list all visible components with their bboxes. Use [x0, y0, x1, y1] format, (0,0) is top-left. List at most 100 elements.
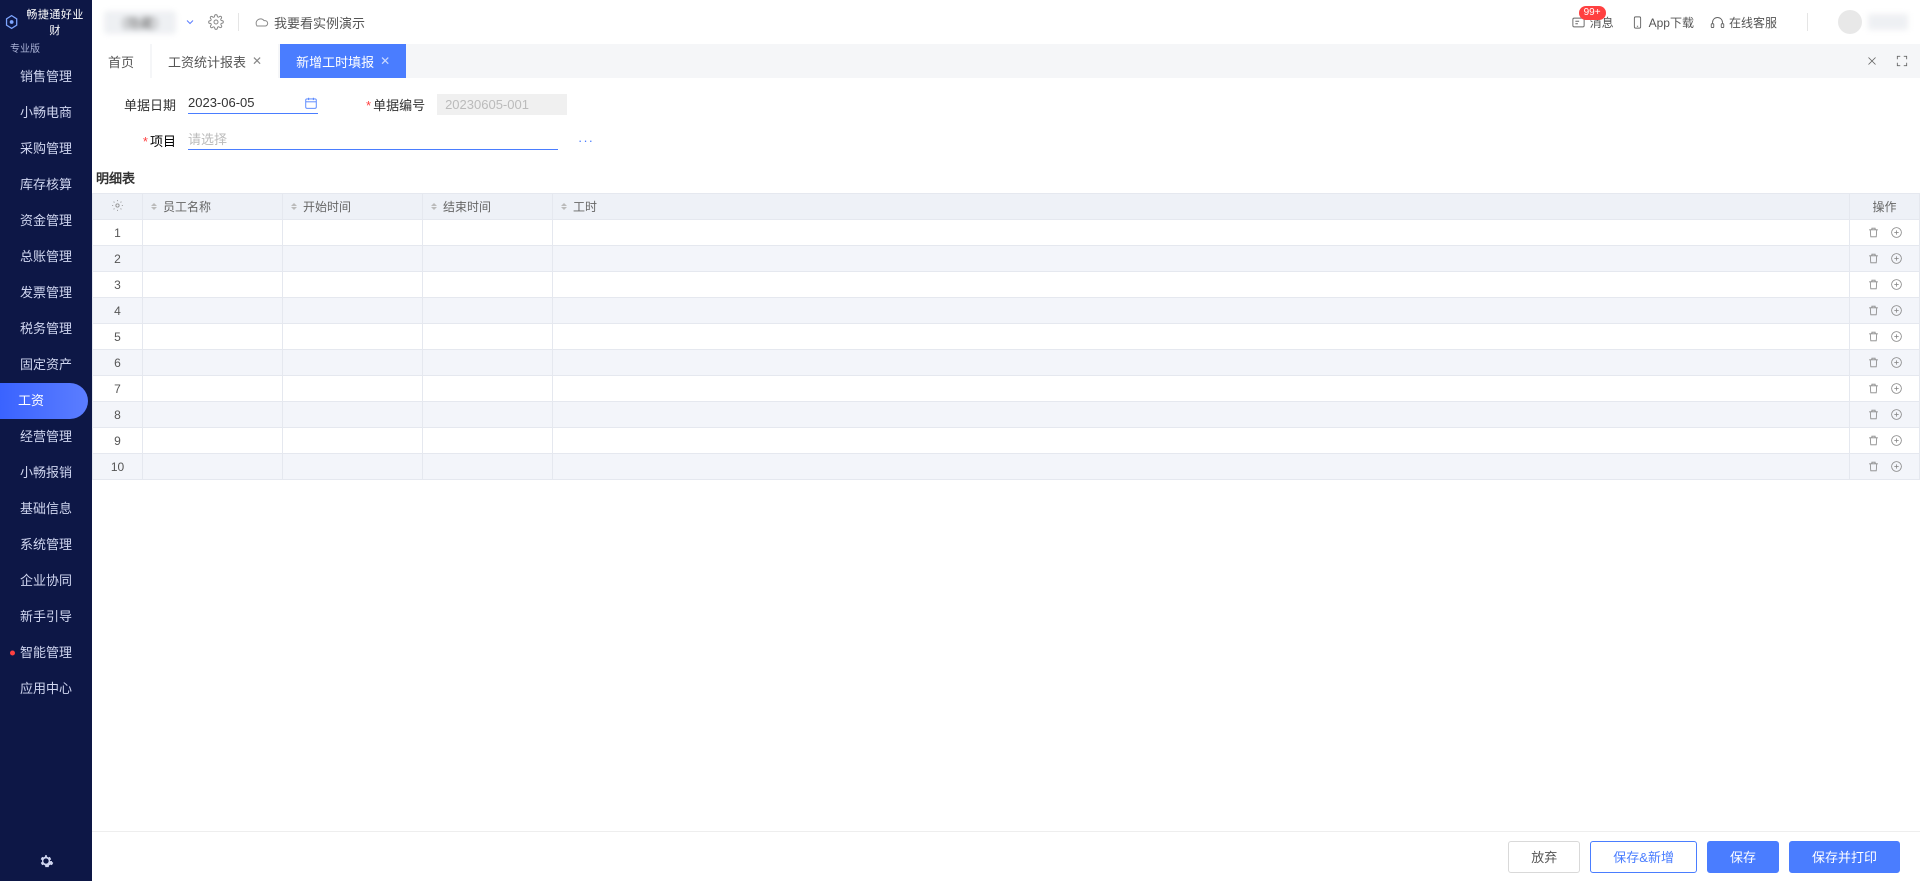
- cell[interactable]: [283, 454, 423, 480]
- sidebar-settings[interactable]: [0, 841, 92, 881]
- sidebar-item[interactable]: 资金管理: [0, 203, 92, 239]
- header-employee[interactable]: 员工名称: [143, 194, 283, 220]
- tab-close-icon[interactable]: ✕: [252, 54, 262, 68]
- cell[interactable]: [143, 298, 283, 324]
- delete-icon[interactable]: [1867, 304, 1880, 317]
- add-row-icon[interactable]: [1890, 460, 1903, 473]
- user-avatar[interactable]: [1838, 10, 1908, 34]
- cell[interactable]: [283, 324, 423, 350]
- add-row-icon[interactable]: [1890, 382, 1903, 395]
- sidebar-item[interactable]: 小畅电商: [0, 95, 92, 131]
- cell[interactable]: [283, 220, 423, 246]
- table-row[interactable]: 4: [93, 298, 1920, 324]
- delete-icon[interactable]: [1867, 226, 1880, 239]
- sidebar-item[interactable]: 智能管理: [0, 635, 92, 671]
- delete-icon[interactable]: [1867, 278, 1880, 291]
- discard-button[interactable]: 放弃: [1508, 841, 1580, 873]
- cell[interactable]: [143, 350, 283, 376]
- project-input[interactable]: [188, 132, 558, 147]
- cell[interactable]: [143, 324, 283, 350]
- sidebar-item[interactable]: 企业协同: [0, 563, 92, 599]
- cell[interactable]: [143, 246, 283, 272]
- header-start[interactable]: 开始时间: [283, 194, 423, 220]
- cell[interactable]: [283, 298, 423, 324]
- header-end[interactable]: 结束时间: [423, 194, 553, 220]
- delete-icon[interactable]: [1867, 252, 1880, 265]
- add-row-icon[interactable]: [1890, 278, 1903, 291]
- add-row-icon[interactable]: [1890, 356, 1903, 369]
- cell[interactable]: [423, 402, 553, 428]
- table-row[interactable]: 6: [93, 350, 1920, 376]
- cell[interactable]: [423, 298, 553, 324]
- cell[interactable]: [553, 324, 1850, 350]
- table-row[interactable]: 2: [93, 246, 1920, 272]
- delete-icon[interactable]: [1867, 330, 1880, 343]
- tab[interactable]: 首页: [92, 44, 150, 78]
- cell[interactable]: [553, 298, 1850, 324]
- cell[interactable]: [553, 376, 1850, 402]
- cell[interactable]: [423, 220, 553, 246]
- cell[interactable]: [283, 402, 423, 428]
- table-row[interactable]: 5: [93, 324, 1920, 350]
- sidebar-item[interactable]: 新手引导: [0, 599, 92, 635]
- add-row-icon[interactable]: [1890, 434, 1903, 447]
- sidebar-item[interactable]: 库存核算: [0, 167, 92, 203]
- delete-icon[interactable]: [1867, 356, 1880, 369]
- cell[interactable]: [283, 350, 423, 376]
- service-button[interactable]: 在线客服: [1710, 14, 1777, 31]
- cell[interactable]: [423, 454, 553, 480]
- add-row-icon[interactable]: [1890, 330, 1903, 343]
- add-row-icon[interactable]: [1890, 252, 1903, 265]
- sidebar-item[interactable]: 工资: [0, 383, 88, 419]
- cell[interactable]: [423, 324, 553, 350]
- project-more-button[interactable]: ···: [578, 133, 594, 148]
- sidebar-item[interactable]: 基础信息: [0, 491, 92, 527]
- cell[interactable]: [283, 272, 423, 298]
- download-button[interactable]: App下载: [1630, 14, 1694, 31]
- table-row[interactable]: 9: [93, 428, 1920, 454]
- topbar-settings-icon[interactable]: [208, 14, 224, 30]
- sidebar-item[interactable]: 总账管理: [0, 239, 92, 275]
- sidebar-item[interactable]: 应用中心: [0, 671, 92, 707]
- cell[interactable]: [553, 272, 1850, 298]
- save-print-button[interactable]: 保存并打印: [1789, 841, 1900, 873]
- sidebar-item[interactable]: 系统管理: [0, 527, 92, 563]
- table-row[interactable]: 10: [93, 454, 1920, 480]
- cell[interactable]: [143, 220, 283, 246]
- delete-icon[interactable]: [1867, 434, 1880, 447]
- delete-icon[interactable]: [1867, 408, 1880, 421]
- cell[interactable]: [423, 350, 553, 376]
- header-settings[interactable]: [93, 194, 143, 220]
- cell[interactable]: [283, 246, 423, 272]
- sidebar-item[interactable]: 税务管理: [0, 311, 92, 347]
- cell[interactable]: [283, 428, 423, 454]
- header-hours[interactable]: 工时: [553, 194, 1850, 220]
- tab-close-icon[interactable]: ✕: [380, 54, 390, 68]
- fullscreen-button[interactable]: [1892, 51, 1912, 71]
- sidebar-item[interactable]: 发票管理: [0, 275, 92, 311]
- sidebar-item[interactable]: 经营管理: [0, 419, 92, 455]
- tab-close-all[interactable]: [1862, 51, 1882, 71]
- cell[interactable]: [553, 428, 1850, 454]
- table-row[interactable]: 7: [93, 376, 1920, 402]
- table-row[interactable]: 1: [93, 220, 1920, 246]
- cell[interactable]: [423, 246, 553, 272]
- save-new-button[interactable]: 保存&新增: [1590, 841, 1697, 873]
- cell[interactable]: [423, 428, 553, 454]
- add-row-icon[interactable]: [1890, 226, 1903, 239]
- cell[interactable]: [143, 428, 283, 454]
- tab[interactable]: 新增工时填报✕: [280, 44, 406, 78]
- date-field[interactable]: [188, 95, 318, 114]
- demo-link[interactable]: 我要看实例演示: [253, 13, 365, 32]
- cell[interactable]: [143, 402, 283, 428]
- cell[interactable]: [143, 376, 283, 402]
- sidebar-item[interactable]: 采购管理: [0, 131, 92, 167]
- cell[interactable]: [553, 246, 1850, 272]
- sidebar-item[interactable]: 销售管理: [0, 59, 92, 95]
- add-row-icon[interactable]: [1890, 304, 1903, 317]
- table-row[interactable]: 8: [93, 402, 1920, 428]
- org-selector[interactable]: （隐藏）: [104, 11, 196, 34]
- delete-icon[interactable]: [1867, 460, 1880, 473]
- cell[interactable]: [553, 220, 1850, 246]
- cell[interactable]: [143, 272, 283, 298]
